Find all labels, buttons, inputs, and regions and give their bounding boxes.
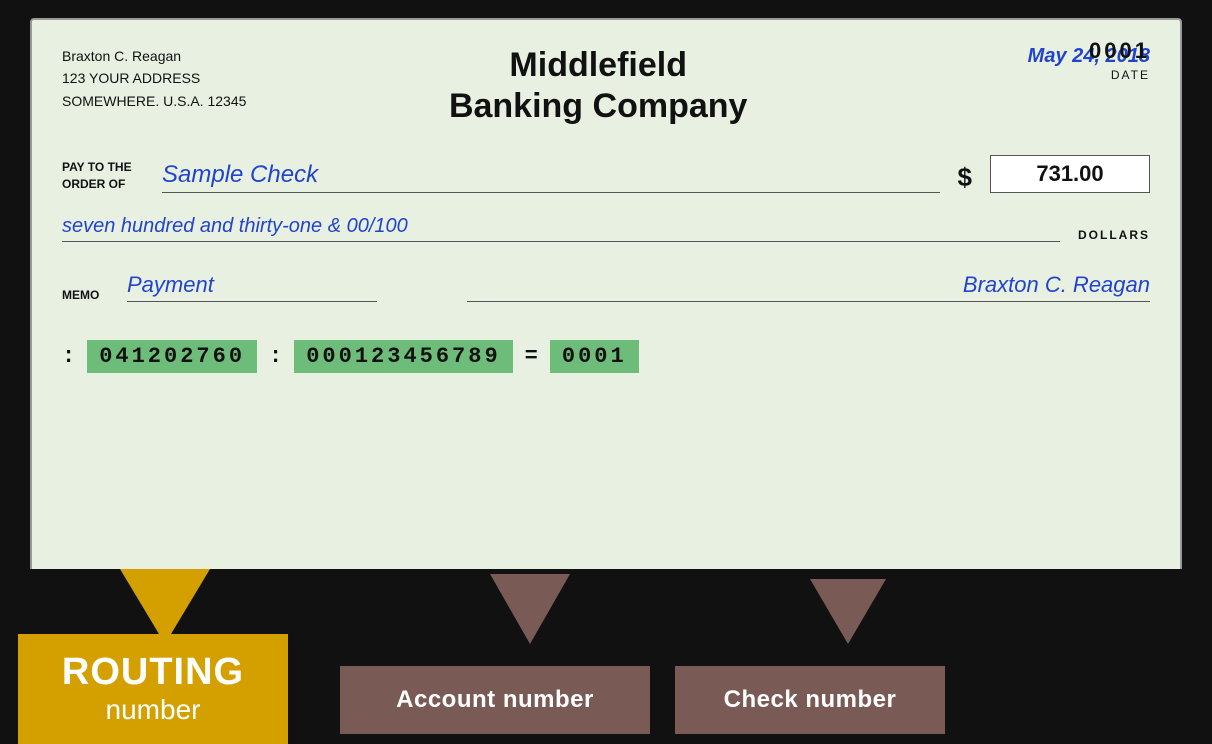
micr-check-number: 0001 [550, 340, 639, 373]
account-label-box: Account number [340, 666, 650, 734]
dollars-label: DOLLARS [1078, 228, 1150, 242]
dollar-sign: $ [958, 162, 972, 193]
routing-label-bottom: number [106, 694, 201, 726]
address-block: Braxton C. Reagan 123 YOUR ADDRESS SOMEW… [62, 45, 246, 112]
memo-row: MEMO Payment Braxton C. Reagan [62, 272, 1150, 302]
routing-arrow-icon [120, 569, 210, 644]
bottom-labels-area: ROUTING number Account number Check numb… [0, 569, 1212, 744]
bank-name: Middlefield Banking Company [276, 45, 920, 127]
account-number-label: Account number [396, 686, 594, 714]
memo-value: Payment [127, 272, 377, 302]
signature: Braxton C. Reagan [467, 272, 1150, 302]
routing-label-top: ROUTING [62, 652, 244, 694]
memo-label: MEMO [62, 288, 117, 302]
check-label-box: Check number [675, 666, 945, 734]
owner-name: Braxton C. Reagan [62, 45, 246, 67]
payto-row: PAY TO THE ORDER OF Sample Check $ 731.0… [62, 155, 1150, 193]
address-line2: SOMEWHERE. U.S.A. 12345 [62, 90, 246, 112]
payee-name: Sample Check [162, 161, 940, 193]
check-number-label: Check number [724, 686, 897, 714]
micr-account-sep: = [525, 344, 538, 369]
micr-routing-number: 041202760 [87, 340, 257, 373]
micr-open-sep: : [62, 344, 75, 369]
address-line1: 123 YOUR ADDRESS [62, 67, 246, 89]
date-label: DATE [950, 68, 1150, 82]
written-amount-row: seven hundred and thirty-one & 00/100 DO… [62, 215, 1150, 242]
check-arrow-icon [810, 579, 886, 644]
amount-box: 731.00 [990, 155, 1150, 193]
written-amount: seven hundred and thirty-one & 00/100 [62, 215, 1060, 242]
account-arrow-icon [490, 574, 570, 644]
routing-label-box: ROUTING number [18, 634, 288, 744]
micr-account-number: 000123456789 [294, 340, 512, 373]
check-header: Braxton C. Reagan 123 YOUR ADDRESS SOMEW… [62, 45, 1150, 127]
payto-label: PAY TO THE ORDER OF [62, 159, 152, 193]
micr-close-sep: : [269, 344, 282, 369]
micr-row: : 041202760 : 000123456789 = 0001 [62, 340, 1150, 373]
check-number-display: 0001 [1089, 38, 1150, 64]
check-body: 0001 Braxton C. Reagan 123 YOUR ADDRESS … [30, 18, 1182, 573]
